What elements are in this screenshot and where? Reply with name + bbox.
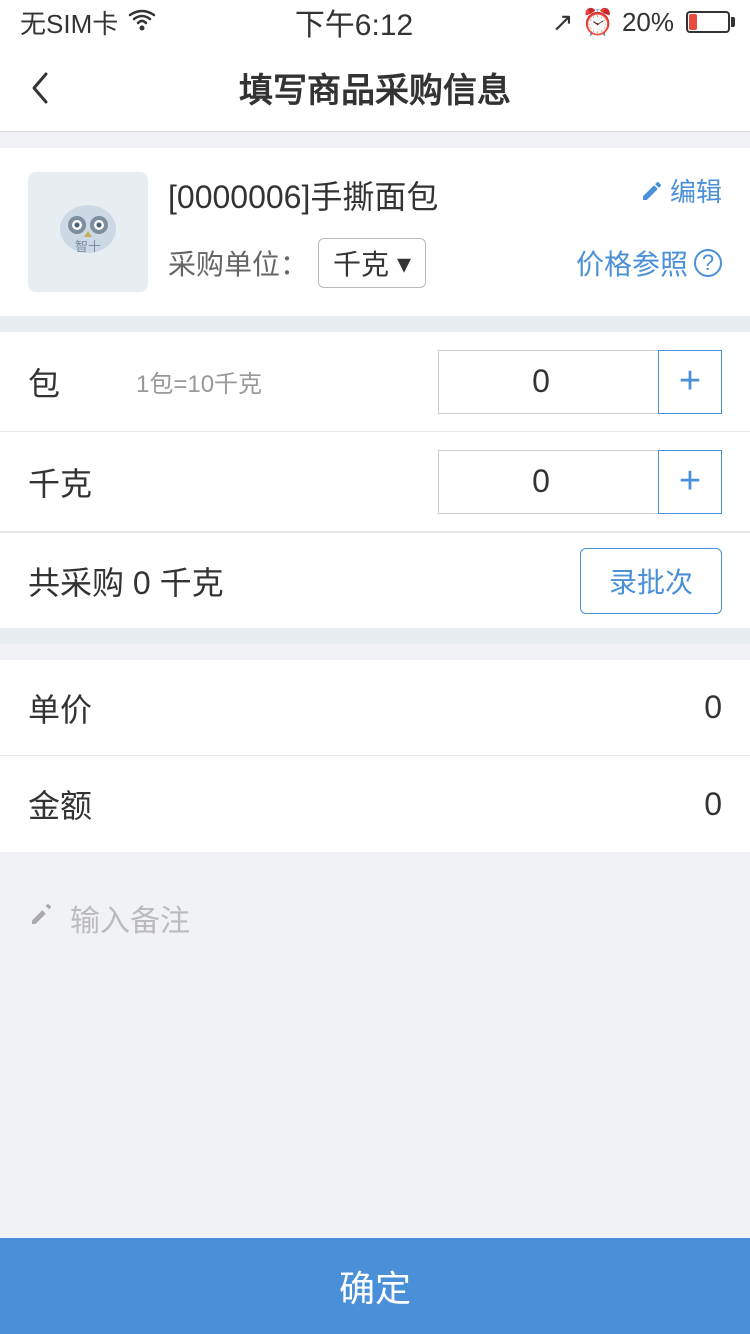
section-divider-2 xyxy=(0,628,750,644)
nav-bar: 填写商品采购信息 xyxy=(0,44,750,132)
quantity-input-section: 包 1包=10千克 + 千克 + xyxy=(0,332,750,532)
location-icon: ↗ xyxy=(552,7,574,38)
wifi-icon xyxy=(128,7,156,38)
page-title: 填写商品采购信息 xyxy=(239,63,511,112)
amount-value: 0 xyxy=(704,786,722,823)
bao-label: 包 xyxy=(28,359,128,405)
kg-label: 千克 xyxy=(28,459,128,505)
unit-select[interactable]: 千克 ▾ xyxy=(318,238,426,288)
battery-percent: 20% xyxy=(622,7,674,38)
bao-quantity-input[interactable] xyxy=(438,350,658,414)
product-info: [0000006]手撕面包 编辑 采购单位： 千克 ▾ 价格参照 ? xyxy=(168,172,722,288)
kg-input-row: 千克 + xyxy=(0,432,750,532)
product-logo: 智十 xyxy=(28,172,148,292)
price-ref-button[interactable]: 价格参照 ? xyxy=(576,243,722,283)
bao-input-row: 包 1包=10千克 + xyxy=(0,332,750,432)
status-right: ↗ ⏰ 20% xyxy=(552,7,730,38)
unit-price-label: 单价 xyxy=(28,685,92,731)
notes-section[interactable]: 输入备注 xyxy=(0,868,750,968)
unit-price-value: 0 xyxy=(704,689,722,726)
product-card: 智十 [0000006]手撕面包 编辑 采购单位： 千克 ▾ 价格参照 ? xyxy=(0,148,750,316)
price-section: 单价 0 金额 0 xyxy=(0,660,750,852)
carrier-text: 无SIM卡 xyxy=(20,4,118,41)
product-name: [0000006]手撕面包 xyxy=(168,172,438,218)
bao-plus-button[interactable]: + xyxy=(658,350,722,414)
content-area xyxy=(0,968,750,1268)
confirm-button-label: 确定 xyxy=(339,1260,411,1312)
status-left: 无SIM卡 xyxy=(20,4,156,41)
edit-button[interactable]: 编辑 xyxy=(640,172,722,209)
confirm-button[interactable]: 确定 xyxy=(0,1238,750,1334)
price-ref-help-icon: ? xyxy=(694,249,722,277)
unit-label: 采购单位： xyxy=(168,243,308,283)
svg-text:智十: 智十 xyxy=(75,239,101,254)
alarm-icon: ⏰ xyxy=(582,7,614,38)
pencil-icon xyxy=(28,900,56,936)
kg-plus-button[interactable]: + xyxy=(658,450,722,514)
summary-text: 共采购 0 千克 xyxy=(28,558,224,604)
section-divider-1 xyxy=(0,316,750,332)
unit-price-row: 单价 0 xyxy=(0,660,750,756)
amount-label: 金额 xyxy=(28,781,92,827)
notes-placeholder: 输入备注 xyxy=(70,896,190,940)
status-time: 下午6:12 xyxy=(295,0,413,44)
summary-row: 共采购 0 千克 录批次 xyxy=(0,532,750,628)
amount-row: 金额 0 xyxy=(0,756,750,852)
batch-button[interactable]: 录批次 xyxy=(580,548,722,614)
bao-sublabel: 1包=10千克 xyxy=(136,364,262,399)
battery-icon xyxy=(686,11,730,33)
back-button[interactable] xyxy=(24,66,54,110)
status-bar: 无SIM卡 下午6:12 ↗ ⏰ 20% xyxy=(0,0,750,44)
kg-quantity-input[interactable] xyxy=(438,450,658,514)
